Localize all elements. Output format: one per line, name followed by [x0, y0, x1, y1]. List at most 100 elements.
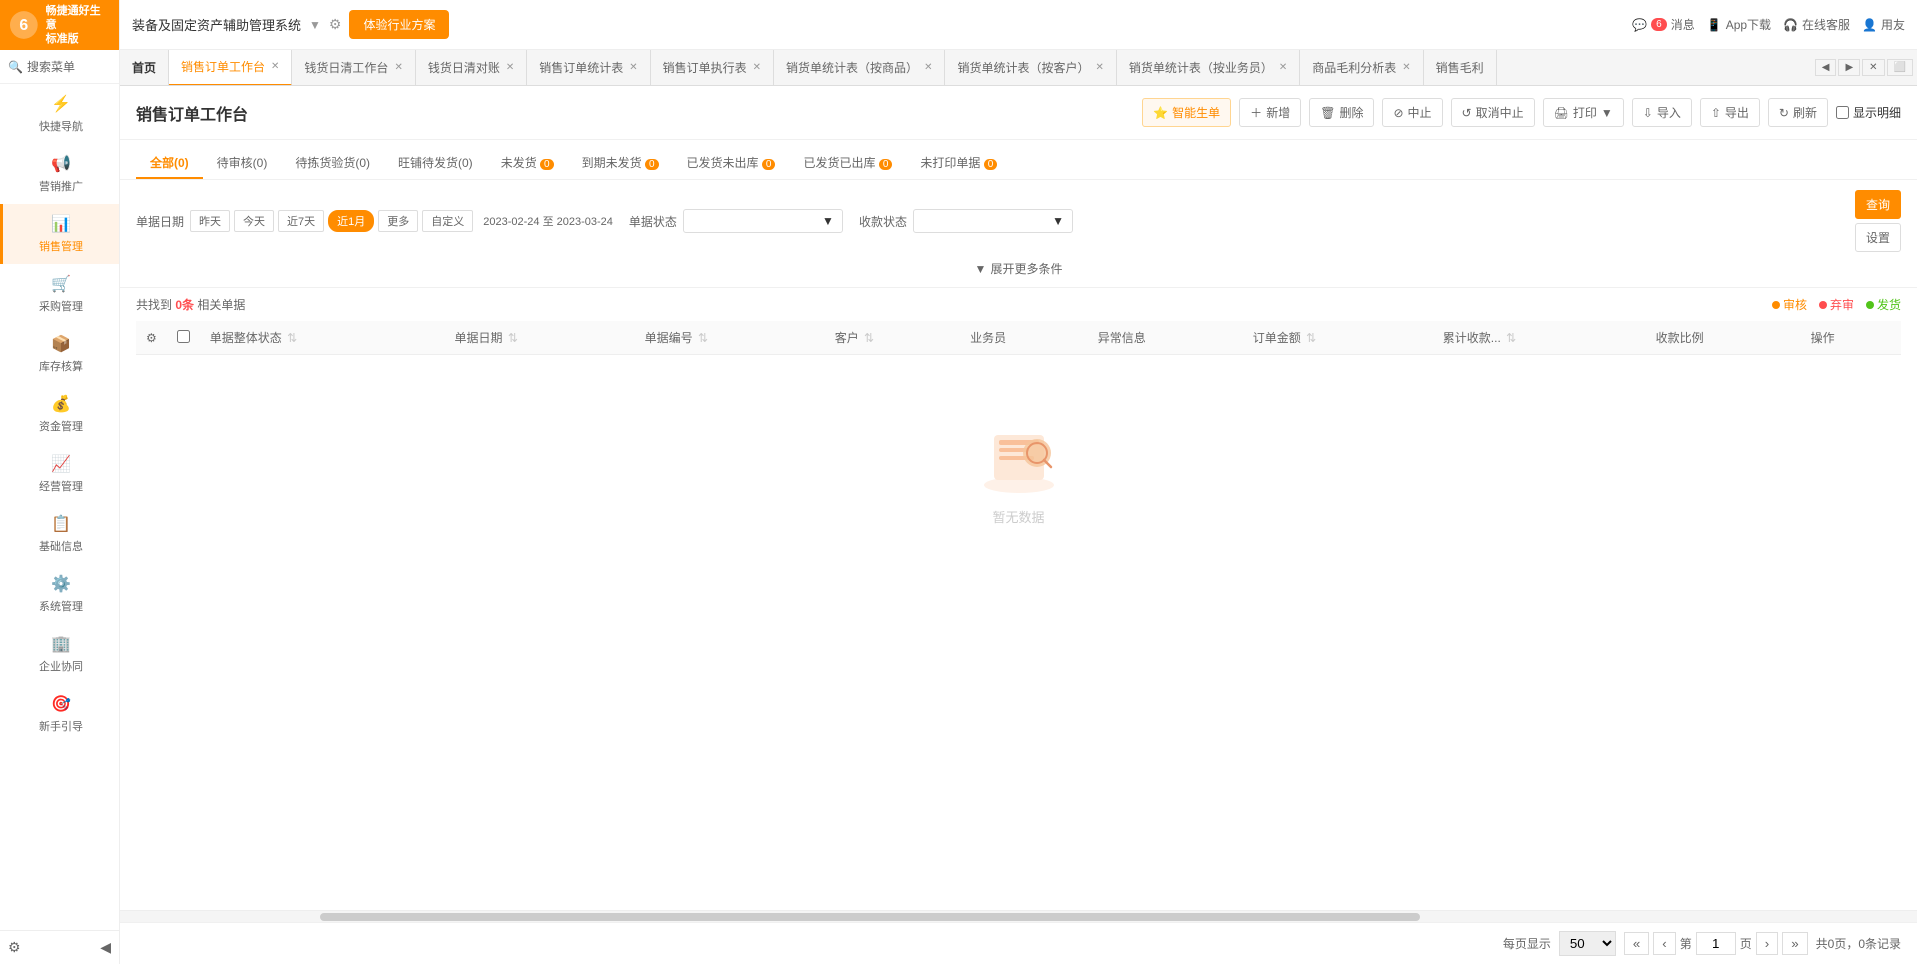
tab-gross-profit[interactable]: 商品毛利分析表 ✕ [1300, 50, 1423, 86]
date-more-btn[interactable]: 更多 [378, 210, 418, 232]
payment-status-select[interactable]: ▼ [913, 209, 1073, 233]
tab-close-icon[interactable]: ✕ [753, 62, 761, 73]
sort-icon[interactable]: ⇅ [287, 331, 297, 345]
status-select[interactable]: ▼ [683, 209, 843, 233]
message-action[interactable]: 💬 6 消息 [1632, 16, 1695, 33]
sort-icon[interactable]: ⇅ [508, 331, 518, 345]
sort-icon[interactable]: ⇅ [698, 331, 708, 345]
dropdown-icon[interactable]: ▼ [309, 18, 321, 32]
sub-tab-not-shipped[interactable]: 未发货 0 [487, 148, 568, 179]
date-1month-btn[interactable]: 近1月 [328, 210, 374, 232]
add-button[interactable]: ＋ 新增 [1239, 98, 1301, 127]
sub-tab-wangpu[interactable]: 旺铺待发货(0) [384, 148, 487, 179]
sub-tab-not-printed[interactable]: 未打印单据 0 [906, 148, 1011, 179]
page-number-input[interactable] [1696, 932, 1736, 955]
horizontal-scrollbar[interactable] [120, 910, 1917, 922]
tab-sales-stats-salesman[interactable]: 销货单统计表（按业务员） ✕ [1117, 50, 1300, 86]
batch-review-button[interactable]: 审核 [1772, 296, 1807, 313]
sidebar-item-system[interactable]: ⚙️ 系统管理 [0, 564, 119, 624]
tabs-close-all-button[interactable]: ✕ [1862, 59, 1884, 76]
scrollbar-thumb[interactable] [320, 913, 1420, 921]
date-yesterday-btn[interactable]: 昨天 [190, 210, 230, 232]
sidebar-item-marketing[interactable]: 📢 营销推广 [0, 144, 119, 204]
export-button[interactable]: ⇧ 导出 [1700, 98, 1760, 127]
delete-button[interactable]: 🗑 删除 [1309, 98, 1374, 127]
sidebar-search-label: 搜索菜单 [27, 58, 75, 75]
col-settings[interactable]: ⚙ [136, 321, 167, 355]
sub-tab-overdue-not-shipped[interactable]: 到期未发货 0 [568, 148, 673, 179]
basic-info-icon: 📋 [51, 514, 71, 534]
tab-cash-reconcile[interactable]: 钱货日清对账 ✕ [416, 50, 527, 86]
sub-tab-shipped-warehoused[interactable]: 已发货已出库 0 [789, 148, 906, 179]
sidebar-item-inventory[interactable]: 📦 库存核算 [0, 324, 119, 384]
query-button[interactable]: 查询 [1855, 190, 1901, 219]
tabs-prev-button[interactable]: ◀ [1815, 59, 1837, 76]
tab-close-icon[interactable]: ✕ [1279, 62, 1287, 73]
sort-icon[interactable]: ⇅ [1306, 331, 1316, 345]
tab-sales-order-exec[interactable]: 销售订单执行表 ✕ [651, 50, 774, 86]
print-button[interactable]: 🖨 打印 ▼ [1543, 98, 1624, 127]
sidebar-item-guide[interactable]: 🎯 新手引导 [0, 684, 119, 744]
sidebar-item-enterprise[interactable]: 🏢 企业协同 [0, 624, 119, 684]
collapse-icon[interactable]: ◀ [100, 939, 111, 956]
settings-filter-button[interactable]: 设置 [1855, 223, 1901, 252]
sidebar-item-purchase[interactable]: 🛒 采购管理 [0, 264, 119, 324]
smart-create-button[interactable]: ⭐ 智能生单 [1142, 98, 1231, 127]
sidebar-item-basic-info[interactable]: 📋 基础信息 [0, 504, 119, 564]
online-service-action[interactable]: 🎧 在线客服 [1783, 16, 1850, 33]
user-action[interactable]: 👤 用友 [1862, 16, 1905, 33]
page-size-select[interactable]: 50 100 200 [1559, 931, 1616, 956]
tabs-maximize-button[interactable]: ⬜ [1887, 59, 1913, 76]
industry-solution-button[interactable]: 体验行业方案 [349, 10, 449, 39]
date-custom-btn[interactable]: 自定义 [422, 210, 473, 232]
tab-sales-order-workbench[interactable]: 销售订单工作台 ✕ [169, 50, 292, 86]
app-download-action[interactable]: 📱 App下载 [1707, 16, 1771, 33]
batch-cancel-review-button[interactable]: 弃审 [1819, 296, 1854, 313]
tab-close-icon[interactable]: ✕ [629, 62, 637, 73]
topbar-gear-icon[interactable]: ⚙ [329, 16, 342, 33]
sidebar-item-operations[interactable]: 📈 经营管理 [0, 444, 119, 504]
tab-close-icon[interactable]: ✕ [506, 62, 514, 73]
tab-close-icon[interactable]: ✕ [271, 61, 279, 72]
sort-icon[interactable]: ⇅ [1506, 331, 1516, 345]
refresh-button[interactable]: ↻ 刷新 [1768, 98, 1828, 127]
expand-conditions-button[interactable]: ▼ 展开更多条件 [975, 260, 1063, 277]
sidebar-item-finance[interactable]: 💰 资金管理 [0, 384, 119, 444]
stop-button[interactable]: ⊘ 中止 [1382, 98, 1442, 127]
select-all-checkbox[interactable] [177, 330, 190, 343]
sub-tab-pending-review[interactable]: 待审核(0) [203, 148, 282, 179]
page-first-button[interactable]: « [1624, 932, 1649, 955]
settings-icon[interactable]: ⚙ [8, 939, 21, 956]
tab-sales-profit[interactable]: 销售毛利 [1424, 50, 1497, 86]
sidebar-nav-label: 企业协同 [39, 658, 83, 674]
sidebar-item-sales[interactable]: 📊 销售管理 [0, 204, 119, 264]
batch-ship-button[interactable]: 发货 [1866, 296, 1901, 313]
tab-close-icon[interactable]: ✕ [924, 62, 932, 73]
sub-tab-all[interactable]: 全部(0) [136, 148, 203, 179]
sort-icon[interactable]: ⇅ [864, 331, 874, 345]
import-button[interactable]: ⇩ 导入 [1632, 98, 1692, 127]
date-7days-btn[interactable]: 近7天 [278, 210, 324, 232]
col-checkbox[interactable] [167, 321, 200, 355]
date-today-btn[interactable]: 今天 [234, 210, 274, 232]
tab-cash-daily[interactable]: 钱货日清工作台 ✕ [292, 50, 415, 86]
tab-home[interactable]: 首页 [120, 50, 169, 86]
page-next-button[interactable]: › [1756, 932, 1778, 955]
page-prev-button[interactable]: ‹ [1653, 932, 1675, 955]
tab-close-icon[interactable]: ✕ [394, 62, 402, 73]
tabs-next-button[interactable]: ▶ [1838, 59, 1860, 76]
cancel-stop-button[interactable]: ↺ 取消中止 [1451, 98, 1535, 127]
sidebar-item-quick-nav[interactable]: ⚡ 快捷导航 [0, 84, 119, 144]
sub-tab-shipped-not-warehoused[interactable]: 已发货未出库 0 [673, 148, 790, 179]
tab-sales-stats-customer[interactable]: 销货单统计表（按客户） ✕ [945, 50, 1116, 86]
sidebar-search[interactable]: 🔍 搜索菜单 [0, 50, 119, 84]
sub-tab-pending-inspection[interactable]: 待拣货验货(0) [281, 148, 384, 179]
show-detail-toggle[interactable]: 显示明细 [1836, 104, 1901, 121]
tab-close-icon[interactable]: ✕ [1402, 62, 1410, 73]
expand-row: ▼ 展开更多条件 [136, 260, 1901, 277]
tab-sales-order-stats[interactable]: 销售订单统计表 ✕ [527, 50, 650, 86]
tab-sales-stats-product[interactable]: 销货单统计表（按商品） ✕ [774, 50, 945, 86]
page-last-button[interactable]: » [1782, 932, 1807, 955]
show-detail-checkbox[interactable] [1836, 106, 1849, 119]
tab-close-icon[interactable]: ✕ [1095, 62, 1103, 73]
